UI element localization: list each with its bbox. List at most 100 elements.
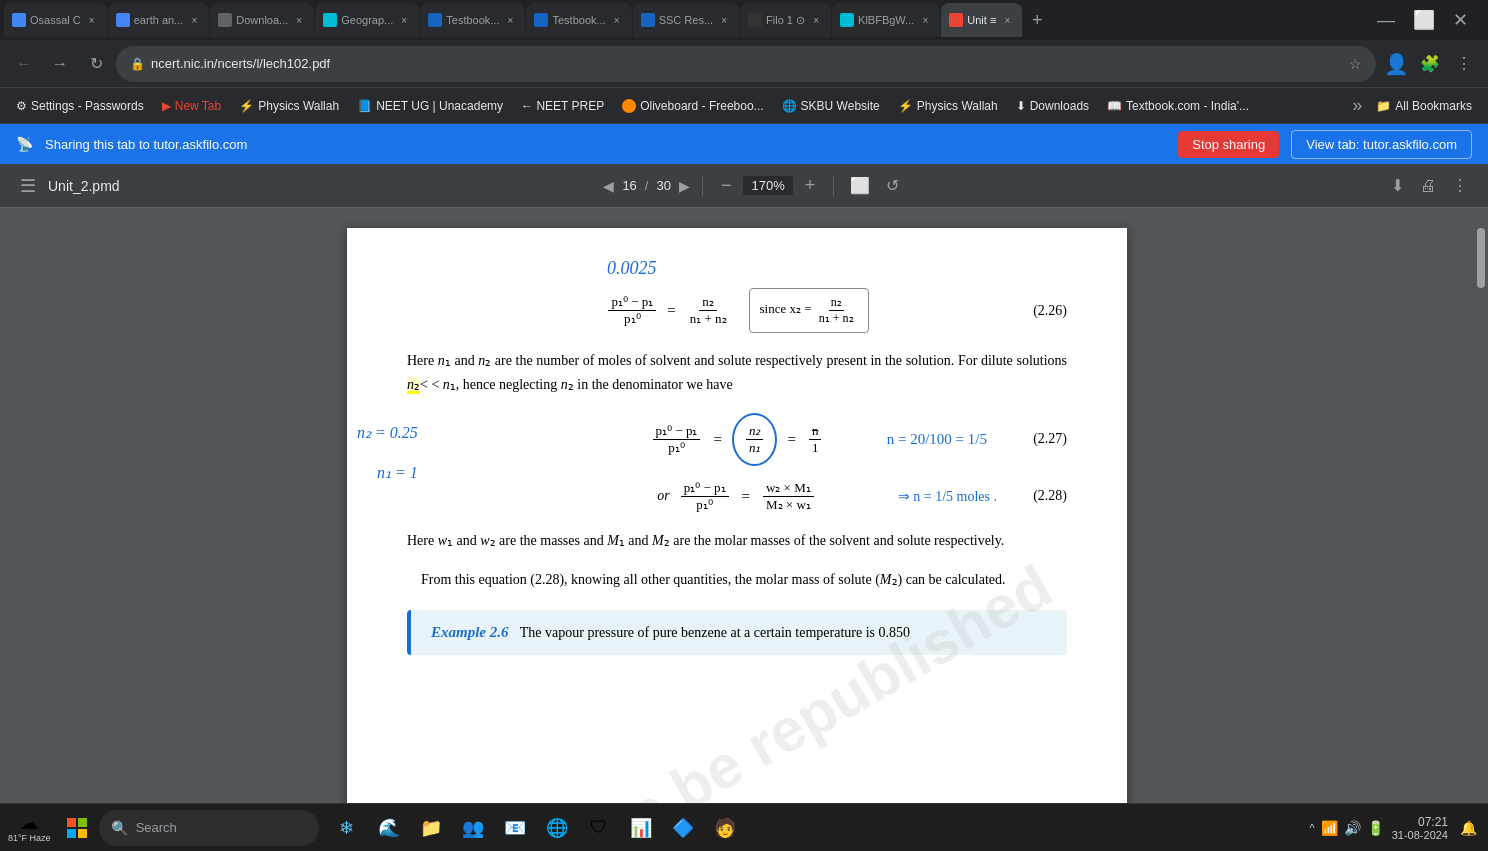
tab-4[interactable]: Geograp... × bbox=[315, 3, 419, 37]
bookmark-settings[interactable]: ⚙ Settings - Passwords bbox=[8, 95, 152, 117]
nav-right: 👤 🧩 ⋮ bbox=[1380, 48, 1480, 80]
bookmark-textbook[interactable]: 📖 Textbook.com - India'... bbox=[1099, 95, 1257, 117]
start-button[interactable] bbox=[59, 810, 95, 846]
close-button[interactable]: ✕ bbox=[1445, 9, 1476, 31]
bookmark-downloads[interactable]: ⬇ Downloads bbox=[1008, 95, 1097, 117]
svg-rect-1 bbox=[78, 818, 87, 827]
pdf-scrollbar[interactable] bbox=[1474, 208, 1488, 803]
tab-close-9[interactable]: × bbox=[918, 13, 932, 27]
svg-rect-2 bbox=[67, 829, 76, 838]
taskbar-app-excel[interactable]: 📊 bbox=[621, 808, 661, 848]
pdf-menu-button[interactable]: ☰ bbox=[16, 171, 40, 201]
taskbar-app-user[interactable]: 🧑 bbox=[705, 808, 745, 848]
taskbar-app-edge[interactable]: 🌊 bbox=[369, 808, 409, 848]
taskbar-clock[interactable]: 07:21 31-08-2024 bbox=[1392, 815, 1448, 841]
tab-3[interactable]: Downloa... × bbox=[210, 3, 314, 37]
pdf-scrollbar-thumb[interactable] bbox=[1477, 228, 1485, 288]
tab-5[interactable]: Testbook... × bbox=[420, 3, 525, 37]
pdf-more-button[interactable]: ⋮ bbox=[1448, 172, 1472, 199]
rotate-button[interactable]: ↺ bbox=[882, 172, 903, 199]
back-button[interactable]: ← bbox=[8, 48, 40, 80]
bookmark-pw1[interactable]: ⚡ Physics Wallah bbox=[231, 95, 347, 117]
next-page-button[interactable]: ▶ bbox=[679, 178, 690, 194]
notification-button[interactable]: 🔔 bbox=[1456, 816, 1480, 840]
taskbar-app-msedge2[interactable]: 🔷 bbox=[663, 808, 703, 848]
sharing-icon: 📡 bbox=[16, 136, 33, 152]
bookmark-skbu[interactable]: 🌐 SKBU Website bbox=[774, 95, 888, 117]
tab-close-3[interactable]: × bbox=[292, 13, 306, 27]
all-bookmarks-button[interactable]: 📁 All Bookmarks bbox=[1368, 95, 1480, 117]
tab-close-5[interactable]: × bbox=[503, 13, 517, 27]
taskbar-app-widget[interactable]: ❄ bbox=[327, 808, 367, 848]
restore-button[interactable]: ⬜ bbox=[1405, 9, 1443, 31]
zoom-out-button[interactable]: − bbox=[715, 173, 738, 198]
tab-close-1[interactable]: × bbox=[85, 13, 99, 27]
zoom-in-button[interactable]: + bbox=[799, 173, 822, 198]
tab-favicon-7 bbox=[641, 13, 655, 27]
taskbar-app-shield[interactable]: 🛡 bbox=[579, 808, 619, 848]
stop-sharing-button[interactable]: Stop sharing bbox=[1178, 131, 1279, 158]
volume-icon[interactable]: 🔊 bbox=[1344, 820, 1361, 836]
address-bar[interactable]: 🔒 ncert.nic.in/ncerts/l/lech102.pdf ☆ bbox=[116, 46, 1376, 82]
fit-page-button[interactable]: ⬜ bbox=[846, 172, 874, 199]
tab-2[interactable]: earth an... × bbox=[108, 3, 210, 37]
tab-7[interactable]: SSC Res... × bbox=[633, 3, 739, 37]
tab-title-7: SSC Res... bbox=[659, 14, 713, 26]
fraction-p1-2-28: p₁⁰ − p₁ p₁⁰ bbox=[681, 480, 729, 513]
notification-icon: 🔔 bbox=[1460, 820, 1477, 836]
annotation-0025: 0.0025 bbox=[607, 258, 657, 279]
tab-close-8[interactable]: × bbox=[809, 13, 823, 27]
tray-expand-icon[interactable]: ^ bbox=[1310, 822, 1315, 834]
tab-10[interactable]: Unit ≡ × bbox=[941, 3, 1022, 37]
taskbar-app-teams[interactable]: 👥 bbox=[453, 808, 493, 848]
window-controls: — ⬜ ✕ bbox=[1369, 9, 1484, 31]
bookmark-star-icon[interactable]: ☆ bbox=[1349, 56, 1362, 72]
tab-close-4[interactable]: × bbox=[397, 13, 411, 27]
print-button[interactable]: 🖨 bbox=[1416, 173, 1440, 199]
network-icon[interactable]: 📶 bbox=[1321, 820, 1338, 836]
bookmark-newtab[interactable]: ▶ New Tab bbox=[154, 95, 229, 117]
taskbar-app-chrome[interactable]: 🌐 bbox=[537, 808, 577, 848]
pdf-current-page: 16 bbox=[622, 178, 636, 193]
highlighted-n2: n₂ bbox=[407, 377, 420, 392]
new-tab-button[interactable]: + bbox=[1023, 6, 1051, 34]
tab-title-6: Testbook... bbox=[552, 14, 605, 26]
bookmark-pw2[interactable]: ⚡ Physics Wallah bbox=[890, 95, 1006, 117]
tab-8[interactable]: Filo 1 ⊙ × bbox=[740, 3, 831, 37]
reload-button[interactable]: ↻ bbox=[80, 48, 112, 80]
example-title: Example 2.6 bbox=[431, 624, 509, 640]
bookmark-neet[interactable]: 📘 NEET UG | Unacademy bbox=[349, 95, 511, 117]
tab-close-7[interactable]: × bbox=[717, 13, 731, 27]
tab-9[interactable]: KlBFBgW... × bbox=[832, 3, 940, 37]
bookmark-oliveboard[interactable]: Oliveboard - Freeboo... bbox=[614, 95, 771, 117]
tab-favicon-9 bbox=[840, 13, 854, 27]
forward-button[interactable]: → bbox=[44, 48, 76, 80]
tab-close-6[interactable]: × bbox=[610, 13, 624, 27]
taskbar-search-bar[interactable]: 🔍 Search bbox=[99, 810, 319, 846]
view-tab-button[interactable]: View tab: tutor.askfilo.com bbox=[1291, 130, 1472, 159]
download-pdf-button[interactable]: ⬇ bbox=[1387, 172, 1408, 199]
bookmarks-overflow-button[interactable]: » bbox=[1348, 95, 1366, 116]
taskbar-app-filemanager[interactable]: 📁 bbox=[411, 808, 451, 848]
bookmark-textbook-label: Textbook.com - India'... bbox=[1126, 99, 1249, 113]
teams-icon: 👥 bbox=[462, 817, 484, 839]
tab-1[interactable]: Osassal C × bbox=[4, 3, 107, 37]
tab-6[interactable]: Testbook... × bbox=[526, 3, 631, 37]
bookmark-oliveboard-label: Oliveboard - Freeboo... bbox=[640, 99, 763, 113]
fraction-wm-2-28: w₂ × M₁ M₂ × w₁ bbox=[763, 480, 814, 513]
taskbar-app-outlook[interactable]: 📧 bbox=[495, 808, 535, 848]
bookmark-neetprep[interactable]: ← NEET PREP bbox=[513, 95, 612, 117]
fraction-n-2-26: n₂ n₁ + n₂ bbox=[687, 294, 730, 327]
prev-page-button[interactable]: ◀ bbox=[603, 178, 614, 194]
profile-button[interactable]: 👤 bbox=[1380, 48, 1412, 80]
tab-close-2[interactable]: × bbox=[187, 13, 201, 27]
menu-button[interactable]: ⋮ bbox=[1448, 48, 1480, 80]
text-block-1: Here n₁ and n₂ are the number of moles o… bbox=[407, 349, 1067, 397]
extensions-button[interactable]: 🧩 bbox=[1414, 48, 1446, 80]
weather-text: 81°F Haze bbox=[8, 834, 51, 844]
tab-close-10[interactable]: × bbox=[1000, 13, 1014, 27]
annotation-n-calc: n = 20/100 = 1/5 bbox=[887, 431, 987, 448]
minimize-button[interactable]: — bbox=[1369, 10, 1403, 31]
battery-icon[interactable]: 🔋 bbox=[1367, 820, 1384, 836]
pdf-page-controls: ◀ 16 / 30 ▶ bbox=[603, 178, 690, 194]
